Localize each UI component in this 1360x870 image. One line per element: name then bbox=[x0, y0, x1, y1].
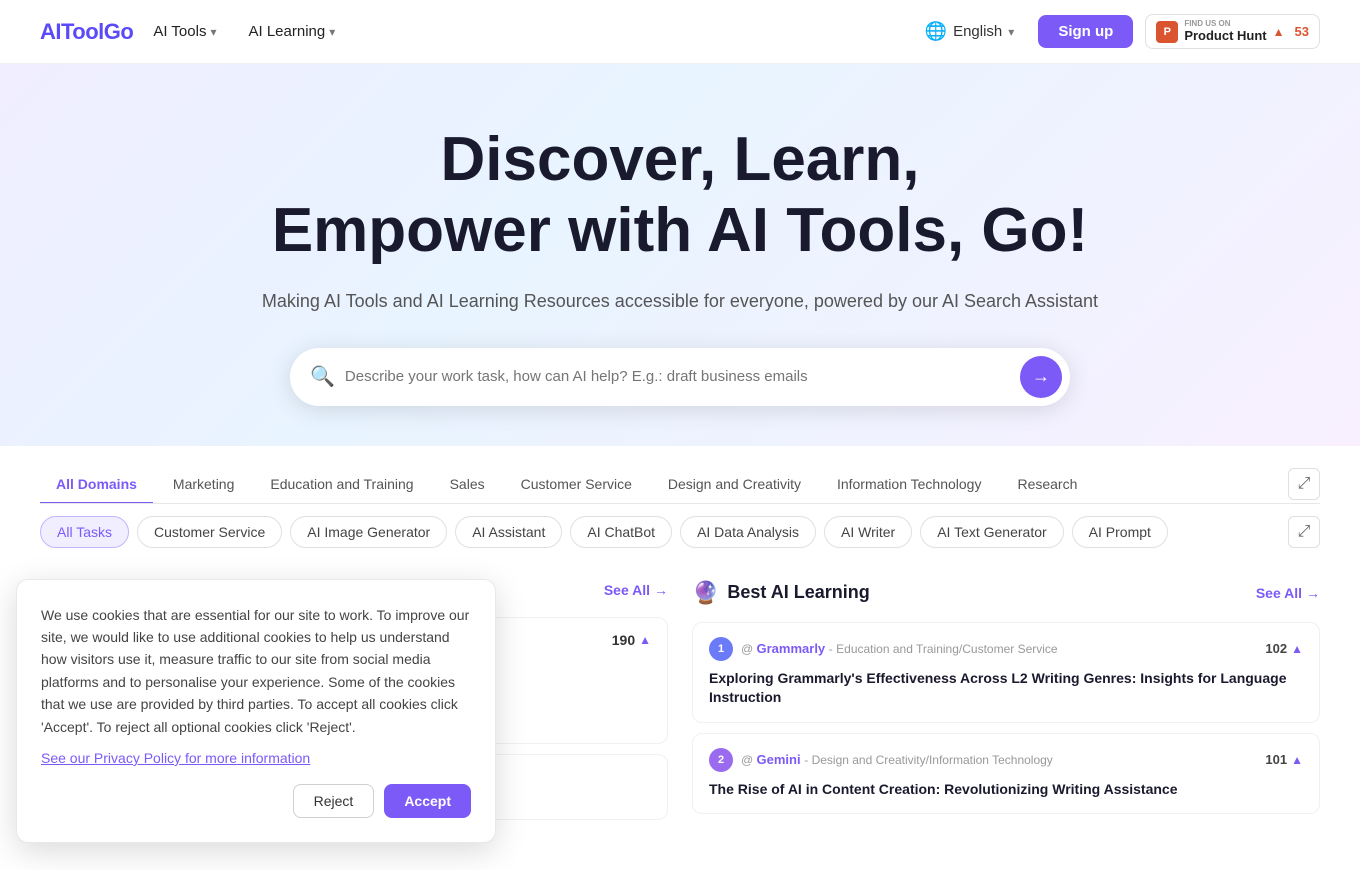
search-input[interactable] bbox=[345, 368, 1020, 385]
language-selector[interactable]: 🌐 English bbox=[913, 15, 1027, 48]
best-learning-panel: 🔮 Best AI Learning See All → 1 @ Grammar… bbox=[692, 580, 1320, 830]
best-learning-title: 🔮 Best AI Learning bbox=[692, 580, 870, 606]
learning-card-2-author: 2 @ Gemini - Design and Creativity/Infor… bbox=[709, 748, 1053, 772]
tab-information-technology[interactable]: Information Technology bbox=[821, 466, 998, 504]
tab-all-domains[interactable]: All Domains bbox=[40, 466, 153, 504]
navbar: AIToolGo AI Tools AI Learning 🌐 English … bbox=[0, 0, 1360, 64]
domain-tabs-row: All Domains Marketing Education and Trai… bbox=[40, 466, 1320, 504]
chip-ai-data-analysis[interactable]: AI Data Analysis bbox=[680, 516, 816, 548]
ai-tools-chevron-icon bbox=[210, 23, 216, 40]
search-bar: 🔍 → bbox=[290, 348, 1070, 406]
domain-tabs-expand-button[interactable]: ⤢ bbox=[1288, 468, 1320, 500]
learning-card-2-vote-count: 101 bbox=[1265, 752, 1287, 767]
producthunt-arrow-icon: ▲ bbox=[1273, 25, 1285, 39]
learning-card-1: 1 @ Grammarly - Education and Training/C… bbox=[692, 622, 1320, 723]
hero-section: Discover, Learn, Empower with AI Tools, … bbox=[0, 64, 1360, 446]
tools-see-all-arrow-icon: → bbox=[654, 582, 668, 598]
tab-design-creativity[interactable]: Design and Creativity bbox=[652, 466, 817, 504]
nav-ai-tools[interactable]: AI Tools bbox=[141, 17, 228, 46]
domain-tabs-section: All Domains Marketing Education and Trai… bbox=[0, 446, 1360, 560]
tool-card-1-vote-arrow-icon: ▲ bbox=[639, 633, 651, 647]
producthunt-icon: P bbox=[1156, 21, 1178, 43]
cookie-text: We use cookies that are essential for ou… bbox=[41, 604, 471, 738]
tab-marketing[interactable]: Marketing bbox=[157, 466, 250, 504]
ai-learning-chevron-icon bbox=[329, 23, 335, 40]
chip-ai-assistant[interactable]: AI Assistant bbox=[455, 516, 562, 548]
learning-card-1-author-name: Grammarly bbox=[757, 641, 826, 656]
learning-card-1-vote-arrow-icon: ▲ bbox=[1291, 642, 1303, 656]
hero-title-line1: Discover, Learn, bbox=[440, 125, 919, 194]
tools-see-all-link[interactable]: See All → bbox=[604, 582, 668, 598]
learning-card-1-vote-count: 102 bbox=[1265, 641, 1287, 656]
task-chips-row: All Tasks Customer Service AI Image Gene… bbox=[40, 504, 1320, 560]
search-icon: 🔍 bbox=[310, 364, 335, 389]
producthunt-count: 53 bbox=[1295, 24, 1309, 39]
learning-card-2-category: Design and Creativity/Information Techno… bbox=[812, 753, 1053, 767]
hero-subtitle: Making AI Tools and AI Learning Resource… bbox=[40, 291, 1320, 312]
best-learning-header: 🔮 Best AI Learning See All → bbox=[692, 580, 1320, 606]
learning-card-2-avatar: 2 bbox=[709, 748, 733, 772]
chip-all-tasks[interactable]: All Tasks bbox=[40, 516, 129, 548]
tab-education-training[interactable]: Education and Training bbox=[254, 466, 429, 504]
chip-customer-service[interactable]: Customer Service bbox=[137, 516, 282, 548]
tab-research[interactable]: Research bbox=[1001, 466, 1093, 504]
nav-right: 🌐 English Sign up P FIND US ON Product H… bbox=[913, 14, 1320, 49]
tool-card-1-votes: 190 ▲ bbox=[612, 632, 651, 648]
tool-card-1-vote-count: 190 bbox=[612, 632, 635, 648]
chip-ai-text-generator[interactable]: AI Text Generator bbox=[920, 516, 1063, 548]
tools-see-all-label: See All bbox=[604, 582, 650, 598]
language-label: English bbox=[953, 23, 1002, 40]
chip-ai-prompt[interactable]: AI Prompt bbox=[1072, 516, 1168, 548]
learning-card-2-author-name: Gemini bbox=[757, 752, 801, 767]
task-chips-expand-button[interactable]: ⤢ bbox=[1288, 516, 1320, 548]
nav-left: AIToolGo AI Tools AI Learning bbox=[40, 17, 347, 46]
learning-card-2-vote-arrow-icon: ▲ bbox=[1291, 753, 1303, 767]
logo[interactable]: AIToolGo bbox=[40, 19, 133, 45]
learning-icon: 🔮 bbox=[692, 580, 719, 606]
learning-card-1-title: Exploring Grammarly's Effectiveness Acro… bbox=[709, 669, 1303, 708]
cookie-accept-button[interactable]: Accept bbox=[384, 784, 471, 818]
cookie-reject-button[interactable]: Reject bbox=[293, 784, 375, 818]
learning-card-2-title: The Rise of AI in Content Creation: Revo… bbox=[709, 780, 1303, 800]
learning-see-all-arrow-icon: → bbox=[1306, 585, 1320, 601]
lang-chevron-icon bbox=[1008, 23, 1014, 40]
tab-sales[interactable]: Sales bbox=[434, 466, 501, 504]
learning-card-2-votes: 101 ▲ bbox=[1265, 752, 1303, 767]
nav-ai-learning-label: AI Learning bbox=[248, 23, 325, 40]
best-learning-label: Best AI Learning bbox=[727, 582, 869, 603]
learning-card-1-author: 1 @ Grammarly - Education and Training/C… bbox=[709, 637, 1058, 661]
signup-button[interactable]: Sign up bbox=[1038, 15, 1133, 48]
producthunt-name-label: Product Hunt bbox=[1184, 28, 1266, 43]
learning-card-2: 2 @ Gemini - Design and Creativity/Infor… bbox=[692, 733, 1320, 815]
learning-card-1-votes: 102 ▲ bbox=[1265, 641, 1303, 656]
learning-card-2-meta: 2 @ Gemini - Design and Creativity/Infor… bbox=[709, 748, 1303, 772]
nav-ai-learning[interactable]: AI Learning bbox=[236, 17, 347, 46]
chip-ai-chatbot[interactable]: AI ChatBot bbox=[570, 516, 672, 548]
producthunt-text: FIND US ON Product Hunt bbox=[1184, 20, 1266, 43]
producthunt-badge[interactable]: P FIND US ON Product Hunt ▲ 53 bbox=[1145, 14, 1320, 49]
chip-ai-image-generator[interactable]: AI Image Generator bbox=[290, 516, 447, 548]
learning-see-all-label: See All bbox=[1256, 585, 1302, 601]
hero-title-line2: Empower with AI Tools, Go! bbox=[272, 196, 1088, 265]
learning-card-1-meta: 1 @ Grammarly - Education and Training/C… bbox=[709, 637, 1303, 661]
globe-icon: 🌐 bbox=[925, 21, 947, 42]
producthunt-find-label: FIND US ON bbox=[1184, 20, 1266, 28]
nav-ai-tools-label: AI Tools bbox=[153, 23, 206, 40]
cookie-privacy-link[interactable]: See our Privacy Policy for more informat… bbox=[41, 750, 310, 766]
cookie-banner: We use cookies that are essential for ou… bbox=[16, 579, 496, 843]
learning-card-1-category: Education and Training/Customer Service bbox=[836, 642, 1057, 656]
tab-customer-service[interactable]: Customer Service bbox=[505, 466, 648, 504]
cookie-actions: Reject Accept bbox=[41, 784, 471, 818]
learning-card-1-avatar: 1 bbox=[709, 637, 733, 661]
chip-ai-writer[interactable]: AI Writer bbox=[824, 516, 912, 548]
learning-see-all-link[interactable]: See All → bbox=[1256, 585, 1320, 601]
hero-title: Discover, Learn, Empower with AI Tools, … bbox=[40, 124, 1320, 267]
search-submit-button[interactable]: → bbox=[1020, 356, 1062, 398]
